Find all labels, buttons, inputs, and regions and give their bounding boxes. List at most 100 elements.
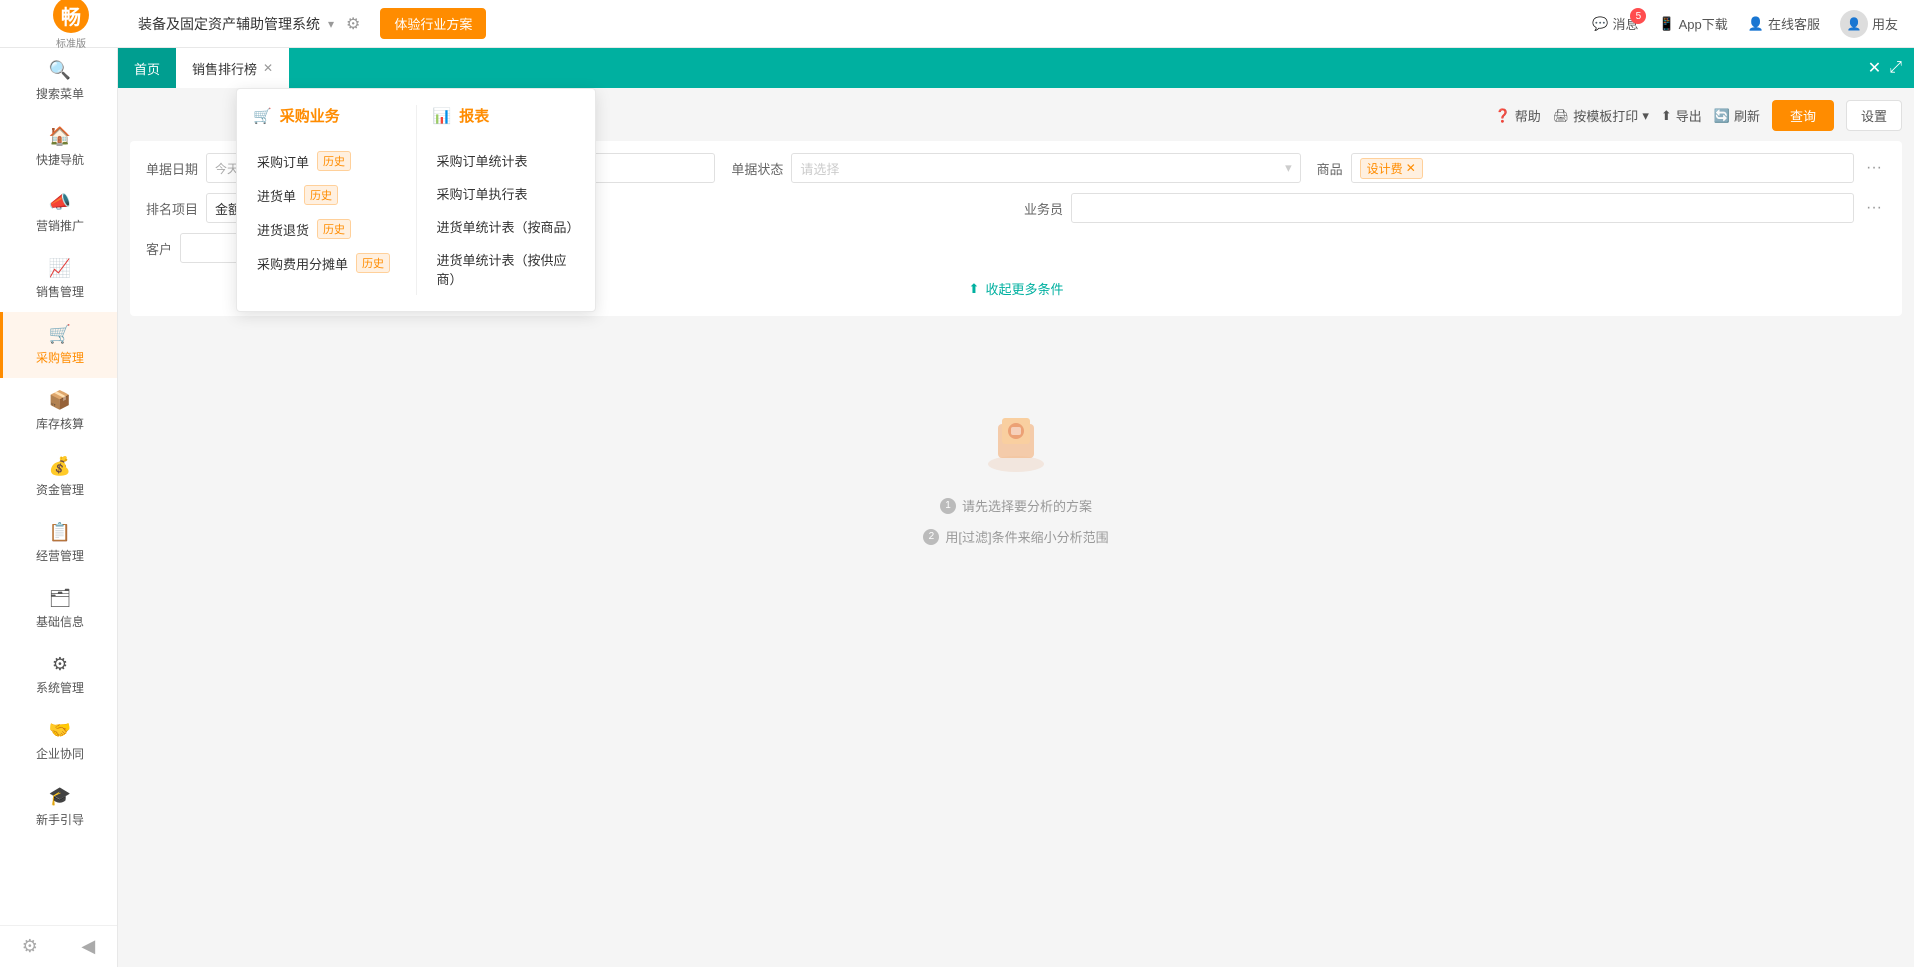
sidebar-item-quicknav[interactable]: 🏠 快捷导航	[0, 114, 117, 180]
goods-tag-close[interactable]: ✕	[1406, 161, 1416, 175]
app-download-label: App下载	[1679, 14, 1728, 33]
chevron-down-icon[interactable]: ▾	[328, 17, 334, 31]
sidebar-settings-icon[interactable]: ⚙	[22, 936, 38, 957]
sidebar-label-search: 搜索菜单	[36, 85, 84, 102]
purchase-title-icon: 🛒	[253, 107, 272, 125]
sidebar-item-operation[interactable]: 📋 经营管理	[0, 510, 117, 576]
tab-home[interactable]: 首页	[118, 48, 176, 88]
dropdown-item-purchase-stat[interactable]: 采购订单统计表	[433, 144, 580, 177]
home-icon: 🏠	[49, 126, 71, 147]
goods-select[interactable]: 设计费 ✕	[1351, 153, 1854, 183]
report-section: 📊 报表 采购订单统计表 采购订单执行表 进货单统计表（按商品） 进货单统计表（…	[433, 105, 580, 295]
goods-more-btn[interactable]: ···	[1862, 159, 1886, 177]
sidebar-item-basic[interactable]: 🗂 基础信息	[0, 576, 117, 642]
goods-tag: 设计费 ✕	[1360, 158, 1423, 179]
status-chevron-icon: ▾	[1285, 160, 1292, 176]
date-label: 单据日期	[146, 159, 198, 178]
system-info: 装备及固定资产辅助管理系统 ▾ ⚙ 体验行业方案	[138, 8, 1592, 39]
sidebar-item-inventory[interactable]: 📦 库存核算	[0, 378, 117, 444]
industry-btn[interactable]: 体验行业方案	[380, 8, 486, 39]
sidebar: 🔍 搜索菜单 🏠 快捷导航 📣 营销推广 📈 销售管理 🛒 采购管理 📦 库存核…	[0, 48, 118, 967]
refresh-icon: 🔄	[1714, 108, 1730, 124]
dropdown-item-cost[interactable]: 采购费用分摊单 历史	[253, 246, 400, 280]
empty-hint-2: 2 用[过滤]条件来缩小分析范围	[923, 527, 1108, 546]
dropdown-item-inbound-by-goods[interactable]: 进货单统计表（按商品）	[433, 210, 580, 243]
salesperson-more-btn[interactable]: ···	[1862, 199, 1886, 217]
empty-hint-1: 1 请先选择要分析的方案	[940, 496, 1092, 515]
guide-icon: 🎓	[49, 786, 71, 807]
sidebar-item-funds[interactable]: 💰 资金管理	[0, 444, 117, 510]
sidebar-item-guide[interactable]: 🎓 新手引导	[0, 774, 117, 840]
logo-subtext: 标准版	[56, 35, 86, 50]
gear-icon[interactable]: ⚙	[346, 14, 360, 34]
help-btn[interactable]: ❓ 帮助	[1495, 106, 1541, 125]
sidebar-collapse-icon[interactable]: ◀	[81, 936, 95, 957]
export-btn[interactable]: ⬆ 导出	[1661, 106, 1702, 125]
sidebar-item-system[interactable]: ⚙ 系统管理	[0, 642, 117, 708]
topbar-right: 💬 消息 5 📱 App下载 👤 在线客服 👤 用友	[1592, 10, 1898, 38]
message-btn[interactable]: 💬 消息 5	[1592, 14, 1638, 33]
help-icon: ❓	[1495, 108, 1511, 124]
rank-label: 排名项目	[146, 199, 198, 218]
dropdown-item-inbound[interactable]: 进货单 历史	[253, 178, 400, 212]
salesperson-select[interactable]	[1071, 193, 1854, 223]
collapse-up-icon: ⬆	[969, 281, 980, 297]
tab-close-all-icon[interactable]: ✕	[1868, 58, 1881, 78]
purchase-section: 🛒 采购业务 采购订单 历史 进货单 历史 进货退货 历史 采购费用分摊单	[253, 105, 400, 295]
inbound-by-supplier-label: 进货单统计表（按供应商）	[437, 250, 576, 288]
message-icon: 💬	[1592, 16, 1608, 32]
goods-label: 商品	[1317, 159, 1343, 178]
sidebar-label-marketing: 营销推广	[36, 217, 84, 234]
tabbar-right: ✕ ⤢	[1868, 58, 1914, 78]
sidebar-label-basic: 基础信息	[36, 613, 84, 630]
collapse-label: 收起更多条件	[985, 279, 1063, 298]
filter-salesperson: 业务员 ···	[1024, 193, 1886, 223]
hint-text-1: 请先选择要分析的方案	[962, 496, 1092, 515]
dropdown-item-purchase-order[interactable]: 采购订单 历史	[253, 144, 400, 178]
sidebar-item-sales[interactable]: 📈 销售管理	[0, 246, 117, 312]
message-badge: 5	[1630, 8, 1646, 24]
main-layout: 🔍 搜索菜单 🏠 快捷导航 📣 营销推广 📈 销售管理 🛒 采购管理 📦 库存核…	[0, 48, 1914, 967]
sidebar-item-corp[interactable]: 🤝 企业协同	[0, 708, 117, 774]
user-btn[interactable]: 👤 用友	[1840, 10, 1898, 38]
online-service-btn[interactable]: 👤 在线客服	[1748, 14, 1820, 33]
dropdown-item-purchase-exec[interactable]: 采购订单执行表	[433, 177, 580, 210]
goods-tag-label: 设计费	[1367, 160, 1403, 177]
cost-label: 采购费用分摊单	[257, 254, 348, 273]
query-btn[interactable]: 查询	[1772, 100, 1834, 131]
cost-badge: 历史	[356, 253, 390, 273]
app-download-btn[interactable]: 📱 App下载	[1658, 14, 1727, 33]
refresh-btn[interactable]: 🔄 刷新	[1714, 106, 1760, 125]
sidebar-item-purchase[interactable]: 🛒 采购管理	[0, 312, 117, 378]
tab-close-icon[interactable]: ✕	[263, 61, 273, 75]
empty-state: 1 请先选择要分析的方案 2 用[过滤]条件来缩小分析范围	[130, 324, 1902, 626]
sidebar-label-guide: 新手引导	[36, 811, 84, 828]
template-print-btn[interactable]: 🖨 按模板打印 ▾	[1553, 106, 1649, 125]
status-select[interactable]: 请选择 ▾	[791, 153, 1300, 183]
export-icon: ⬆	[1661, 108, 1672, 124]
content-area: 首页 销售排行榜 ✕ ✕ ⤢ ❓ 帮助 🖨 按模板打印	[118, 48, 1914, 967]
customer-label: 客户	[146, 239, 172, 258]
dropdown-item-return[interactable]: 进货退货 历史	[253, 212, 400, 246]
system-name: 装备及固定资产辅助管理系统	[138, 14, 320, 34]
sidebar-item-marketing[interactable]: 📣 营销推广	[0, 180, 117, 246]
purchase-order-label: 采购订单	[257, 152, 309, 171]
settings-btn[interactable]: 设置	[1846, 100, 1902, 131]
tab-sales-rank-label: 销售排行榜	[192, 59, 257, 78]
report-title-icon: 📊	[433, 107, 452, 125]
sidebar-label-system: 系统管理	[36, 679, 84, 696]
tab-sales-rank[interactable]: 销售排行榜 ✕	[176, 48, 289, 88]
filter-status: 单据状态 请选择 ▾	[731, 153, 1300, 183]
logo-area: 畅 标准版	[16, 0, 126, 50]
purchase-order-badge: 历史	[317, 151, 351, 171]
system-icon: ⚙	[52, 654, 68, 675]
hint-num-1: 1	[940, 498, 956, 514]
sales-icon: 📈	[49, 258, 71, 279]
dropdown-item-inbound-by-supplier[interactable]: 进货单统计表（按供应商）	[433, 243, 580, 295]
avatar: 👤	[1840, 10, 1868, 38]
tab-expand-icon[interactable]: ⤢	[1889, 59, 1902, 77]
topbar: 畅 标准版 装备及固定资产辅助管理系统 ▾ ⚙ 体验行业方案 💬 消息 5 📱 …	[0, 0, 1914, 48]
hint-num-2: 2	[923, 529, 939, 545]
sidebar-item-search[interactable]: 🔍 搜索菜单	[0, 48, 117, 114]
logo-icon: 畅	[53, 0, 89, 33]
